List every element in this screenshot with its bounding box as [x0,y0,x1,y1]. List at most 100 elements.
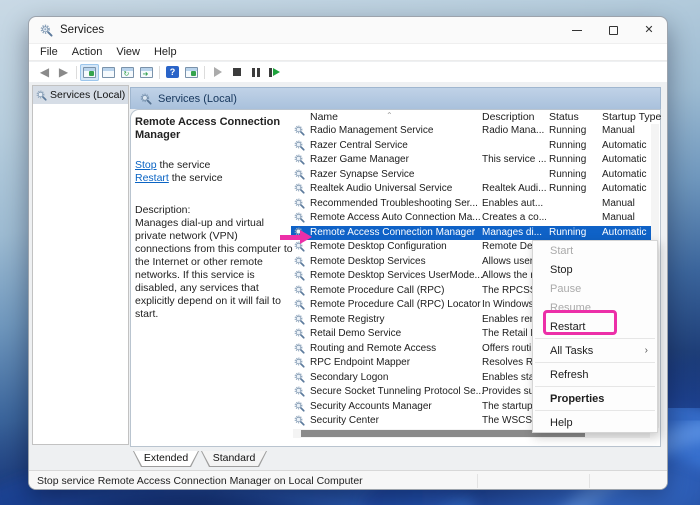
forward-button[interactable]: ▶ [54,64,73,81]
band-services-icon [140,93,152,105]
service-name: Recommended Troubleshooting Ser... [310,197,478,209]
menu-file[interactable]: File [33,46,65,58]
close-button[interactable]: ✕ [631,17,667,43]
minimize-button[interactable] [559,17,595,43]
tree-item-services-local[interactable]: Services (Local) [33,86,128,104]
table-row[interactable]: Realtek Audio Universal Service Realtek … [291,182,651,197]
description-label: Description: [135,204,191,216]
maximize-button[interactable] [595,17,631,43]
table-row[interactable]: Razer Synapse Service Running Automatic [291,168,651,183]
service-gear-icon [294,314,305,328]
start-service-button[interactable] [208,64,227,81]
properties-window-icon [102,66,115,78]
service-name: Secondary Logon [310,371,389,383]
service-gear-icon [294,357,305,371]
submenu-arrow-icon: › [644,345,648,356]
refresh-icon: ↻ [121,66,134,78]
minimize-icon [572,29,582,31]
menu-help[interactable]: Help [147,46,184,58]
console-tree-pane: Services (Local) [32,85,129,445]
context-menu-item-properties[interactable]: Properties [533,389,657,408]
menu-action[interactable]: Action [65,46,110,58]
close-icon: ✕ [644,23,654,36]
context-menu-item-start[interactable]: Start [533,241,657,260]
stop-service-button[interactable] [227,64,246,81]
service-startup-type: Manual [602,125,635,136]
service-name: Realtek Audio Universal Service [310,183,453,194]
table-row[interactable]: Remote Access Auto Connection Ma... Crea… [291,211,651,226]
service-name: Security Center [310,415,379,426]
table-row[interactable]: Razer Game Manager This service ... Runn… [291,153,651,168]
restart-link-suffix: the service [168,172,223,184]
service-startup-type: Automatic [602,226,647,238]
service-name: Security Accounts Manager [310,400,432,412]
back-button[interactable]: ◀ [35,64,54,81]
action-pane-icon [185,66,198,78]
status-divider [477,474,478,488]
pause-service-icon [251,67,260,77]
refresh-button[interactable]: ↻ [118,64,137,81]
column-header-name[interactable]: Name [310,111,338,123]
service-name: Remote Registry [310,313,385,325]
tab-standard[interactable]: Standard [201,451,267,467]
service-name: Remote Desktop Configuration [310,241,447,252]
table-row-selected[interactable]: Remote Access Connection Manager Manages… [291,225,651,240]
service-gear-icon [294,285,305,299]
context-menu-item-pause[interactable]: Pause [533,279,657,298]
service-name: Remote Access Auto Connection Ma... [310,212,481,223]
restart-service-icon [269,67,280,77]
show-action-pane-button[interactable] [182,64,201,81]
back-icon: ◀ [39,65,50,79]
toolbar-separator [76,65,77,79]
service-description-cell: Radio Mana... [482,125,545,136]
service-startup-type: Automatic [602,168,647,180]
context-menu-item-stop[interactable]: Stop [533,260,657,279]
export-list-button[interactable]: ➜ [137,64,156,81]
service-startup-type: Manual [602,212,635,223]
service-name: Razer Synapse Service [310,168,415,180]
service-startup-type: Automatic [602,154,647,165]
column-header-startup-type[interactable]: Startup Type [602,111,661,123]
service-startup-type: Automatic [602,139,647,151]
service-name: Remote Desktop Services [310,255,426,267]
service-gear-icon [294,328,305,342]
help-button[interactable]: ? [163,64,182,81]
context-menu-item-help[interactable]: Help [533,413,657,432]
annotation-highlight-box [543,310,617,335]
context-menu: Start Stop Pause Resume Restart All Task… [532,240,658,433]
column-header-description[interactable]: Description [482,111,535,123]
service-name: Routing and Remote Access [310,342,437,354]
show-console-tree-button[interactable] [80,63,99,81]
table-row[interactable]: Razer Central Service Running Automatic [291,139,651,154]
start-service-icon [213,67,222,77]
service-status: Running [549,226,587,238]
menu-view[interactable]: View [109,46,147,58]
console-tree-icon [83,66,96,78]
service-name: Remote Procedure Call (RPC) [310,284,445,296]
context-menu-item-refresh[interactable]: Refresh [533,365,657,384]
table-row[interactable]: Recommended Troubleshooting Ser... Enabl… [291,197,651,212]
service-gear-icon [294,270,305,284]
restart-service-button[interactable] [265,64,284,81]
service-gear-icon [294,183,305,197]
table-row[interactable]: Radio Management Service Radio Mana... R… [291,124,651,139]
tab-extended[interactable]: Extended [133,451,199,467]
services-window: Services ✕ File Action View Help ◀ ▶ ↻ ➜… [28,16,668,490]
view-tabs: Extended Standard [133,451,269,467]
context-menu-item-all-tasks[interactable]: All Tasks › [533,341,657,360]
annotation-arrow [280,230,314,244]
stop-link-suffix: the service [156,159,211,171]
column-header-status[interactable]: Status [549,111,579,123]
service-status: Running [549,125,587,136]
status-text: Stop service Remote Access Connection Ma… [37,475,363,487]
service-name: Razer Game Manager [310,154,409,165]
service-gear-icon [294,401,305,415]
properties-window-button[interactable] [99,64,118,81]
title-bar[interactable]: Services ✕ [29,17,667,43]
restart-service-link[interactable]: Restart [135,172,169,184]
service-gear-icon [294,125,305,139]
stop-service-icon [232,68,241,76]
pause-service-button[interactable] [246,64,265,81]
stop-service-link[interactable]: Stop [135,159,157,171]
service-name: Remote Procedure Call (RPC) Locator [310,299,481,310]
